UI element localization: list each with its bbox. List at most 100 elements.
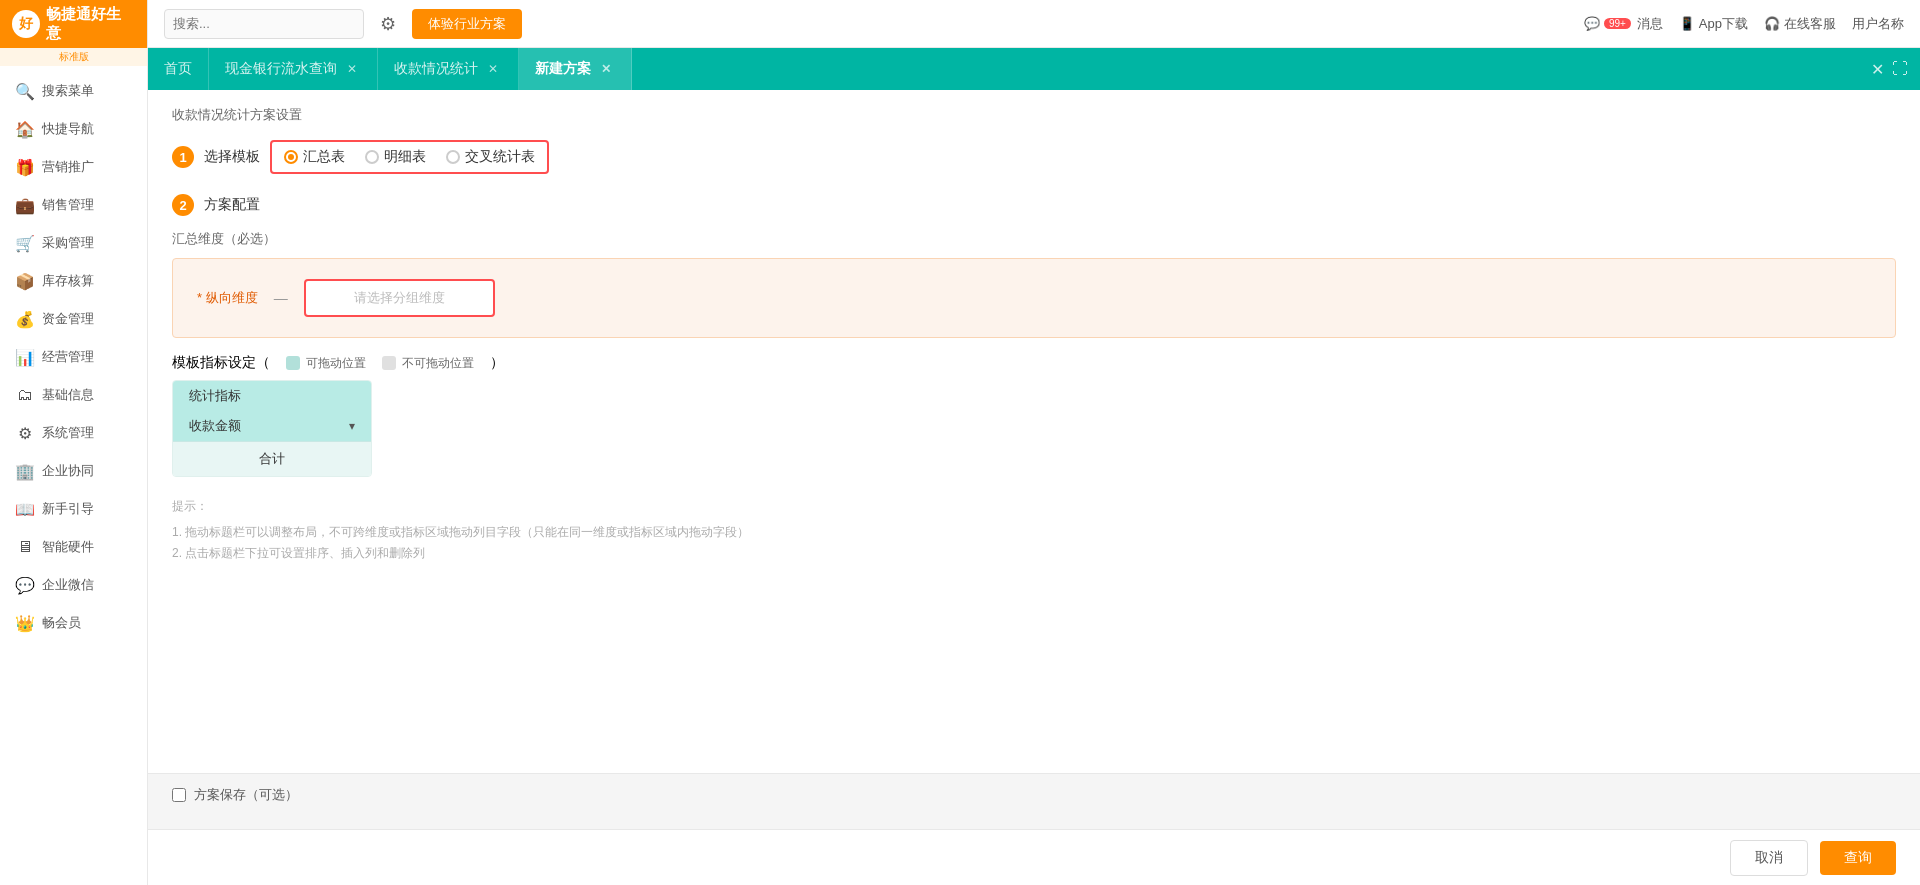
message-item[interactable]: 💬 99+ 消息 — [1584, 15, 1663, 33]
draggable-dot — [286, 356, 300, 370]
sidebar-item-guide[interactable]: 📖 新手引导 — [0, 490, 147, 528]
sidebar-item-operations[interactable]: 📊 经营管理 — [0, 338, 147, 376]
service-label: 在线客服 — [1784, 15, 1836, 33]
operations-icon: 📊 — [16, 348, 34, 366]
logo-icon: 好 — [12, 10, 40, 38]
sidebar-item-hardware[interactable]: 🖥 智能硬件 — [0, 528, 147, 566]
step1-header: 1 选择模板 汇总表 明细表 交叉统计表 — [172, 140, 1896, 174]
sidebar-item-label: 智能硬件 — [42, 538, 94, 556]
tab-bank-flow-close[interactable]: ✕ — [343, 60, 361, 78]
step2-header: 2 方案配置 — [172, 194, 1896, 216]
sidebar-item-enterprise[interactable]: 🏢 企业协同 — [0, 452, 147, 490]
sidebar-item-marketing[interactable]: 🎁 营销推广 — [0, 148, 147, 186]
quick-nav-icon: 🏠 — [16, 120, 34, 138]
member-icon: 👑 — [16, 614, 34, 632]
inventory-icon: 📦 — [16, 272, 34, 290]
legend-draggable-label: 可拖动位置 — [306, 355, 366, 372]
sidebar-item-label: 经营管理 — [42, 348, 94, 366]
sidebar-item-inventory[interactable]: 📦 库存核算 — [0, 262, 147, 300]
template-radio-group: 汇总表 明细表 交叉统计表 — [270, 140, 549, 174]
trial-btn[interactable]: 体验行业方案 — [412, 9, 522, 39]
sidebar-item-sales[interactable]: 💼 销售管理 — [0, 186, 147, 224]
main-area: ⚙ 体验行业方案 💬 99+ 消息 📱 App下载 🎧 在线客服 用户名称 首页 — [148, 0, 1920, 885]
tab-bank-flow[interactable]: 现金银行流水查询 ✕ — [209, 48, 378, 90]
legend-row: 模板指标设定（ 可拖动位置 不可拖动位置 ） — [172, 354, 1896, 372]
logo-text: 畅捷通好生意 — [46, 5, 135, 43]
sidebar-item-label: 采购管理 — [42, 234, 94, 252]
tab-receivables-label: 收款情况统计 — [394, 60, 478, 78]
expand-icon[interactable]: ⛶ — [1892, 60, 1908, 78]
purchase-icon: 🛒 — [16, 234, 34, 252]
content-area: 收款情况统计方案设置 1 选择模板 汇总表 明细表 — [148, 90, 1920, 829]
stats-table-header: 统计指标 — [173, 381, 371, 411]
sidebar-logo: 好 畅捷通好生意 — [0, 0, 147, 48]
search-menu-icon: 🔍 — [16, 82, 34, 100]
stats-dropdown-label: 收款金额 — [189, 417, 241, 435]
download-item[interactable]: 📱 App下载 — [1679, 15, 1748, 33]
query-button[interactable]: 查询 — [1820, 841, 1896, 875]
sidebar-item-label: 销售管理 — [42, 196, 94, 214]
vertical-dimension-label: * 纵向维度 — [197, 289, 258, 307]
step1-section: 1 选择模板 汇总表 明细表 交叉统计表 — [172, 140, 1896, 174]
sidebar-item-purchase[interactable]: 🛒 采购管理 — [0, 224, 147, 262]
page-title: 收款情况统计方案设置 — [172, 106, 1896, 124]
topbar: ⚙ 体验行业方案 💬 99+ 消息 📱 App下载 🎧 在线客服 用户名称 — [148, 0, 1920, 48]
sidebar-item-label: 企业协同 — [42, 462, 94, 480]
step2-title: 方案配置 — [204, 196, 260, 214]
sidebar-item-wechat[interactable]: 💬 企业微信 — [0, 566, 147, 604]
cancel-button[interactable]: 取消 — [1730, 840, 1808, 876]
search-input[interactable] — [164, 9, 364, 39]
step2-number: 2 — [172, 194, 194, 216]
dimension-row: * 纵向维度 — 请选择分组维度 — [197, 279, 1871, 317]
footer-bar: 取消 查询 — [148, 829, 1920, 885]
sidebar-item-label: 库存核算 — [42, 272, 94, 290]
tabbar: 首页 现金银行流水查询 ✕ 收款情况统计 ✕ 新建方案 ✕ ✕ ⛶ — [148, 48, 1920, 90]
tab-receivables[interactable]: 收款情况统计 ✕ — [378, 48, 519, 90]
sidebar-item-system[interactable]: ⚙ 系统管理 — [0, 414, 147, 452]
service-item[interactable]: 🎧 在线客服 — [1764, 15, 1836, 33]
tab-receivables-close[interactable]: ✕ — [484, 60, 502, 78]
step1-title: 选择模板 — [204, 148, 260, 166]
radio-cross[interactable]: 交叉统计表 — [446, 148, 535, 166]
tip2: 2. 点击标题栏下拉可设置排序、插入列和删除列 — [172, 543, 1896, 565]
radio-summary-circle — [284, 150, 298, 164]
tab-home[interactable]: 首页 — [148, 48, 209, 90]
tab-new-plan[interactable]: 新建方案 ✕ — [519, 48, 632, 90]
sidebar-item-label: 系统管理 — [42, 424, 94, 442]
tips-title: 提示： — [172, 496, 1896, 518]
sidebar-item-member[interactable]: 👑 畅会员 — [0, 604, 147, 642]
topbar-right: 💬 99+ 消息 📱 App下载 🎧 在线客服 用户名称 — [1584, 15, 1904, 33]
sidebar-item-base-info[interactable]: 🗂 基础信息 — [0, 376, 147, 414]
stats-cell-total: 合计 — [173, 441, 371, 476]
stats-dropdown-row[interactable]: 收款金额 ▾ — [173, 411, 371, 441]
close-tab-icon[interactable]: ✕ — [1871, 60, 1884, 79]
sidebar-item-finance[interactable]: 💰 资金管理 — [0, 300, 147, 338]
system-icon: ⚙ — [16, 424, 34, 442]
indicators-config: 模板指标设定（ 可拖动位置 不可拖动位置 ） — [172, 354, 1896, 372]
dropdown-arrow-icon: ▾ — [349, 419, 355, 433]
dimension-arrow-icon: — — [274, 290, 288, 306]
tab-new-plan-close[interactable]: ✕ — [597, 60, 615, 78]
tab-bank-flow-label: 现金银行流水查询 — [225, 60, 337, 78]
dimension-placeholder[interactable]: 请选择分组维度 — [304, 279, 495, 317]
radio-summary[interactable]: 汇总表 — [284, 148, 345, 166]
dimension-section-label: 汇总维度（必选） — [172, 230, 1896, 248]
legend-close-bracket: ） — [490, 354, 504, 372]
sidebar-item-quick-nav[interactable]: 🏠 快捷导航 — [0, 110, 147, 148]
tips-section: 提示： 1. 拖动标题栏可以调整布局，不可跨维度或指标区域拖动列目字段（只能在同… — [172, 496, 1896, 565]
legend-draggable: 可拖动位置 — [286, 355, 366, 372]
save-checkbox[interactable] — [172, 788, 186, 802]
sidebar-item-label: 快捷导航 — [42, 120, 94, 138]
tabbar-right: ✕ ⛶ — [1859, 48, 1920, 90]
radio-summary-label: 汇总表 — [303, 148, 345, 166]
sidebar-item-search-menu[interactable]: 🔍 搜索菜单 — [0, 72, 147, 110]
radio-detail[interactable]: 明细表 — [365, 148, 426, 166]
step2-section: 2 方案配置 汇总维度（必选） * 纵向维度 — 请选择分组维度 模板指标设定（ — [172, 194, 1896, 565]
marketing-icon: 🎁 — [16, 158, 34, 176]
legend-non-draggable-label: 不可拖动位置 — [402, 355, 474, 372]
gear-icon[interactable]: ⚙ — [380, 13, 396, 35]
user-name-item[interactable]: 用户名称 — [1852, 15, 1904, 33]
message-label: 消息 — [1637, 15, 1663, 33]
enterprise-icon: 🏢 — [16, 462, 34, 480]
sidebar-item-label: 畅会员 — [42, 614, 81, 632]
